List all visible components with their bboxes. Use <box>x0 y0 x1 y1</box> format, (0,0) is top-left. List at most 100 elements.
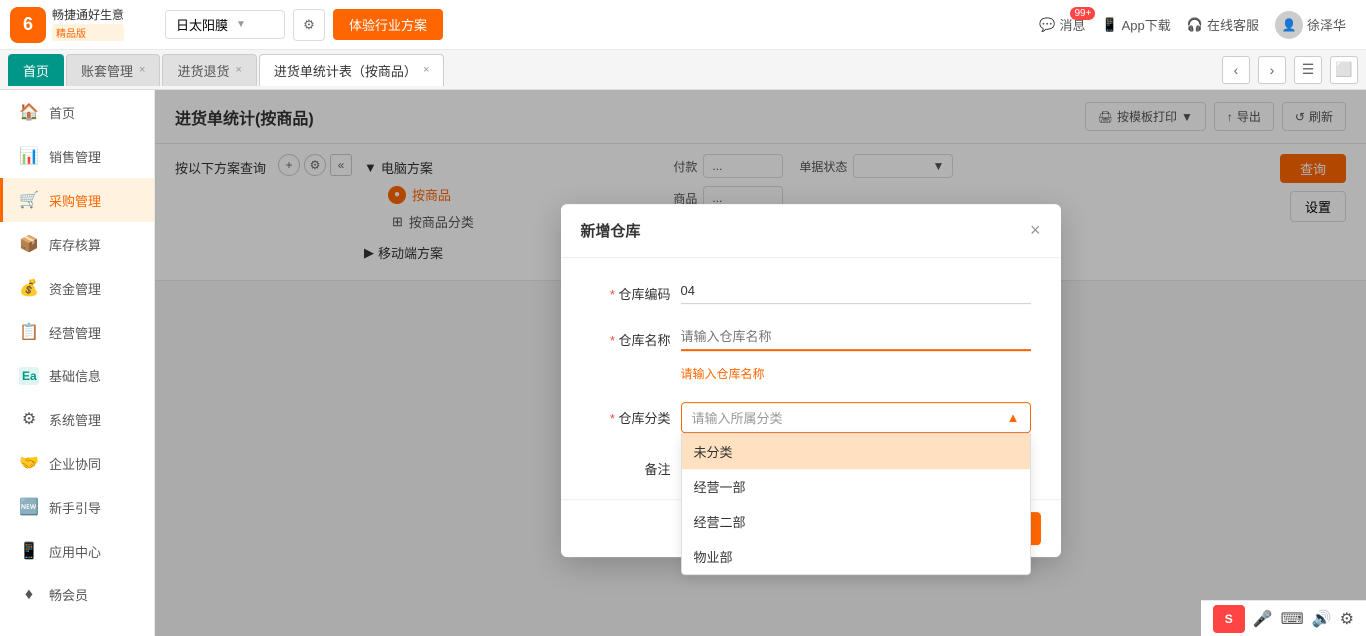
sidebar-item-sales[interactable]: 📊 销售管理 <box>0 134 154 178</box>
dropdown-item-dept1[interactable]: 经营一部 <box>682 469 1030 504</box>
status-bar: S 🎤 ⌨ 🔊 ⚙ <box>1201 600 1366 636</box>
topbar-right: 💬 消息 99+ 📱 App下载 🎧 在线客服 👤 徐泽华 <box>1039 11 1356 39</box>
sidebar: 🏠 首页 📊 销售管理 🛒 采购管理 📦 库存核算 💰 资金管理 📋 经营管理 … <box>0 90 155 636</box>
content-area: 进货单统计(按商品) 🖨 按模板打印 ▼ ↑ 导出 ↺ 刷新 按以下方案查询 <box>155 90 1366 636</box>
s-logo-btn[interactable]: S <box>1213 605 1245 633</box>
tab-label: 进货退货 <box>177 61 229 80</box>
category-placeholder: 请输入所属分类 <box>692 408 783 427</box>
sidebar-item-appstore[interactable]: 📱 应用中心 <box>0 529 154 573</box>
newbie-icon: 🆕 <box>19 497 39 517</box>
dropdown-item-uncategorized[interactable]: 未分类 <box>682 434 1030 469</box>
message-icon: 💬 <box>1039 17 1055 33</box>
volume-icon[interactable]: 🔊 <box>1312 609 1332 629</box>
logo-icon: 6 <box>10 7 46 43</box>
avatar: 👤 <box>1275 11 1303 39</box>
inventory-icon: 📦 <box>19 234 39 254</box>
dropdown-item-property[interactable]: 物业部 <box>682 539 1030 574</box>
tab-home[interactable]: 首页 <box>8 54 64 86</box>
tab-label: 进货单统计表（按商品） <box>274 61 417 80</box>
modal-close-button[interactable]: × <box>1030 220 1041 241</box>
logo-badge: 精品版 <box>52 24 124 41</box>
tab-label: 首页 <box>23 61 49 80</box>
message-badge: 99+ <box>1070 7 1095 20</box>
online-service-item[interactable]: 🎧 在线客服 <box>1187 15 1259 34</box>
name-error-message: 请输入仓库名称 <box>681 365 1031 382</box>
online-service-label: 在线客服 <box>1207 15 1259 34</box>
sidebar-label: 畅会员 <box>49 585 88 604</box>
sidebar-item-newbie[interactable]: 🆕 新手引导 <box>0 485 154 529</box>
note-label: 备注 <box>591 453 671 478</box>
close-tab-icon[interactable]: × <box>423 64 429 76</box>
add-warehouse-modal: 新增仓库 × 仓库编码 仓库名称 <box>561 204 1061 557</box>
tab-purchase-return[interactable]: 进货退货 × <box>162 54 256 86</box>
tab-next-button[interactable]: › <box>1258 56 1286 84</box>
close-tab-icon[interactable]: × <box>235 64 241 76</box>
chevron-up-icon: ▲ <box>1007 410 1020 425</box>
tab-accounts[interactable]: 账套管理 × <box>66 54 160 86</box>
finance-icon: 💰 <box>19 278 39 298</box>
purchase-icon: 🛒 <box>19 190 39 210</box>
sidebar-label: 企业协同 <box>49 454 101 473</box>
app-download-item[interactable]: 📱 App下载 <box>1101 15 1170 34</box>
tab-maximize-button[interactable]: ⬜ <box>1330 56 1358 84</box>
sidebar-item-purchase[interactable]: 🛒 采购管理 <box>0 178 154 222</box>
category-dropdown-menu: 未分类 经营一部 经营二部 物业部 <box>681 433 1031 575</box>
sidebar-item-enterprise[interactable]: 🤝 企业协同 <box>0 441 154 485</box>
topbar-center: 日太阳膜 ▼ ⚙ 体验行业方案 <box>165 9 1039 41</box>
modal-title: 新增仓库 <box>581 220 641 241</box>
trial-button[interactable]: 体验行业方案 <box>333 9 443 40</box>
settings-button[interactable]: ⚙ <box>293 9 325 41</box>
vip-icon: ♦ <box>19 586 39 604</box>
logo-text: 畅捷通好生意 <box>52 8 124 24</box>
sidebar-item-operation[interactable]: 📋 经营管理 <box>0 310 154 354</box>
phone-icon: 📱 <box>1101 17 1117 33</box>
username: 徐泽华 <box>1307 15 1346 34</box>
tabbar: 首页 账套管理 × 进货退货 × 进货单统计表（按商品） × ‹ › ☰ ⬜ <box>0 50 1366 90</box>
name-field-row: 仓库名称 请输入仓库名称 <box>591 324 1031 382</box>
store-name: 日太阳膜 <box>176 15 228 34</box>
sidebar-label: 采购管理 <box>49 191 101 210</box>
tab-label: 账套管理 <box>81 61 133 80</box>
code-label: 仓库编码 <box>591 278 671 303</box>
keyboard-icon[interactable]: ⌨ <box>1281 609 1304 629</box>
tab-menu-button[interactable]: ☰ <box>1294 56 1322 84</box>
store-selector[interactable]: 日太阳膜 ▼ <box>165 10 285 39</box>
tab-prev-button[interactable]: ‹ <box>1222 56 1250 84</box>
name-input-wrapper <box>681 324 1031 351</box>
tab-purchase-stats[interactable]: 进货单统计表（按商品） × <box>259 54 444 86</box>
category-label: 仓库分类 <box>591 402 671 427</box>
headset-icon: 🎧 <box>1187 17 1203 33</box>
code-input[interactable] <box>681 278 1031 304</box>
sidebar-item-inventory[interactable]: 📦 库存核算 <box>0 222 154 266</box>
sidebar-label: 基础信息 <box>49 366 101 385</box>
messages-item[interactable]: 💬 消息 99+ <box>1039 15 1085 34</box>
mic-icon[interactable]: 🎤 <box>1253 609 1273 629</box>
user-item[interactable]: 👤 徐泽华 <box>1275 11 1346 39</box>
topbar: 6 畅捷通好生意 精品版 日太阳膜 ▼ ⚙ 体验行业方案 💬 消息 99+ 📱 … <box>0 0 1366 50</box>
close-tab-icon[interactable]: × <box>139 64 145 76</box>
main-layout: 🏠 首页 📊 销售管理 🛒 采购管理 📦 库存核算 💰 资金管理 📋 经营管理 … <box>0 90 1366 636</box>
home-icon: 🏠 <box>19 102 39 122</box>
sidebar-item-basic-info[interactable]: Ea 基础信息 <box>0 354 154 397</box>
sidebar-item-home[interactable]: 🏠 首页 <box>0 90 154 134</box>
name-label: 仓库名称 <box>591 324 671 349</box>
sales-icon: 📊 <box>19 146 39 166</box>
sidebar-label: 销售管理 <box>49 147 101 166</box>
modal-header: 新增仓库 × <box>561 204 1061 258</box>
category-dropdown-trigger[interactable]: 请输入所属分类 ▲ <box>681 402 1031 433</box>
sidebar-label: 新手引导 <box>49 498 101 517</box>
operation-icon: 📋 <box>19 322 39 342</box>
app-download-label: App下载 <box>1122 15 1171 34</box>
gear-icon: ⚙ <box>303 17 315 33</box>
category-input-area: 请输入所属分类 ▲ 未分类 经营一部 经营二部 物业部 <box>681 402 1031 433</box>
sidebar-item-vip[interactable]: ♦ 畅会员 <box>0 573 154 616</box>
code-field-row: 仓库编码 <box>591 278 1031 304</box>
appstore-icon: 📱 <box>19 541 39 561</box>
name-input[interactable] <box>681 324 1031 351</box>
logo-area: 6 畅捷通好生意 精品版 <box>10 7 165 43</box>
sidebar-item-system[interactable]: ⚙ 系统管理 <box>0 397 154 441</box>
sidebar-label: 库存核算 <box>49 235 101 254</box>
settings-icon-bottom[interactable]: ⚙ <box>1340 609 1354 629</box>
sidebar-item-finance[interactable]: 💰 资金管理 <box>0 266 154 310</box>
dropdown-item-dept2[interactable]: 经营二部 <box>682 504 1030 539</box>
